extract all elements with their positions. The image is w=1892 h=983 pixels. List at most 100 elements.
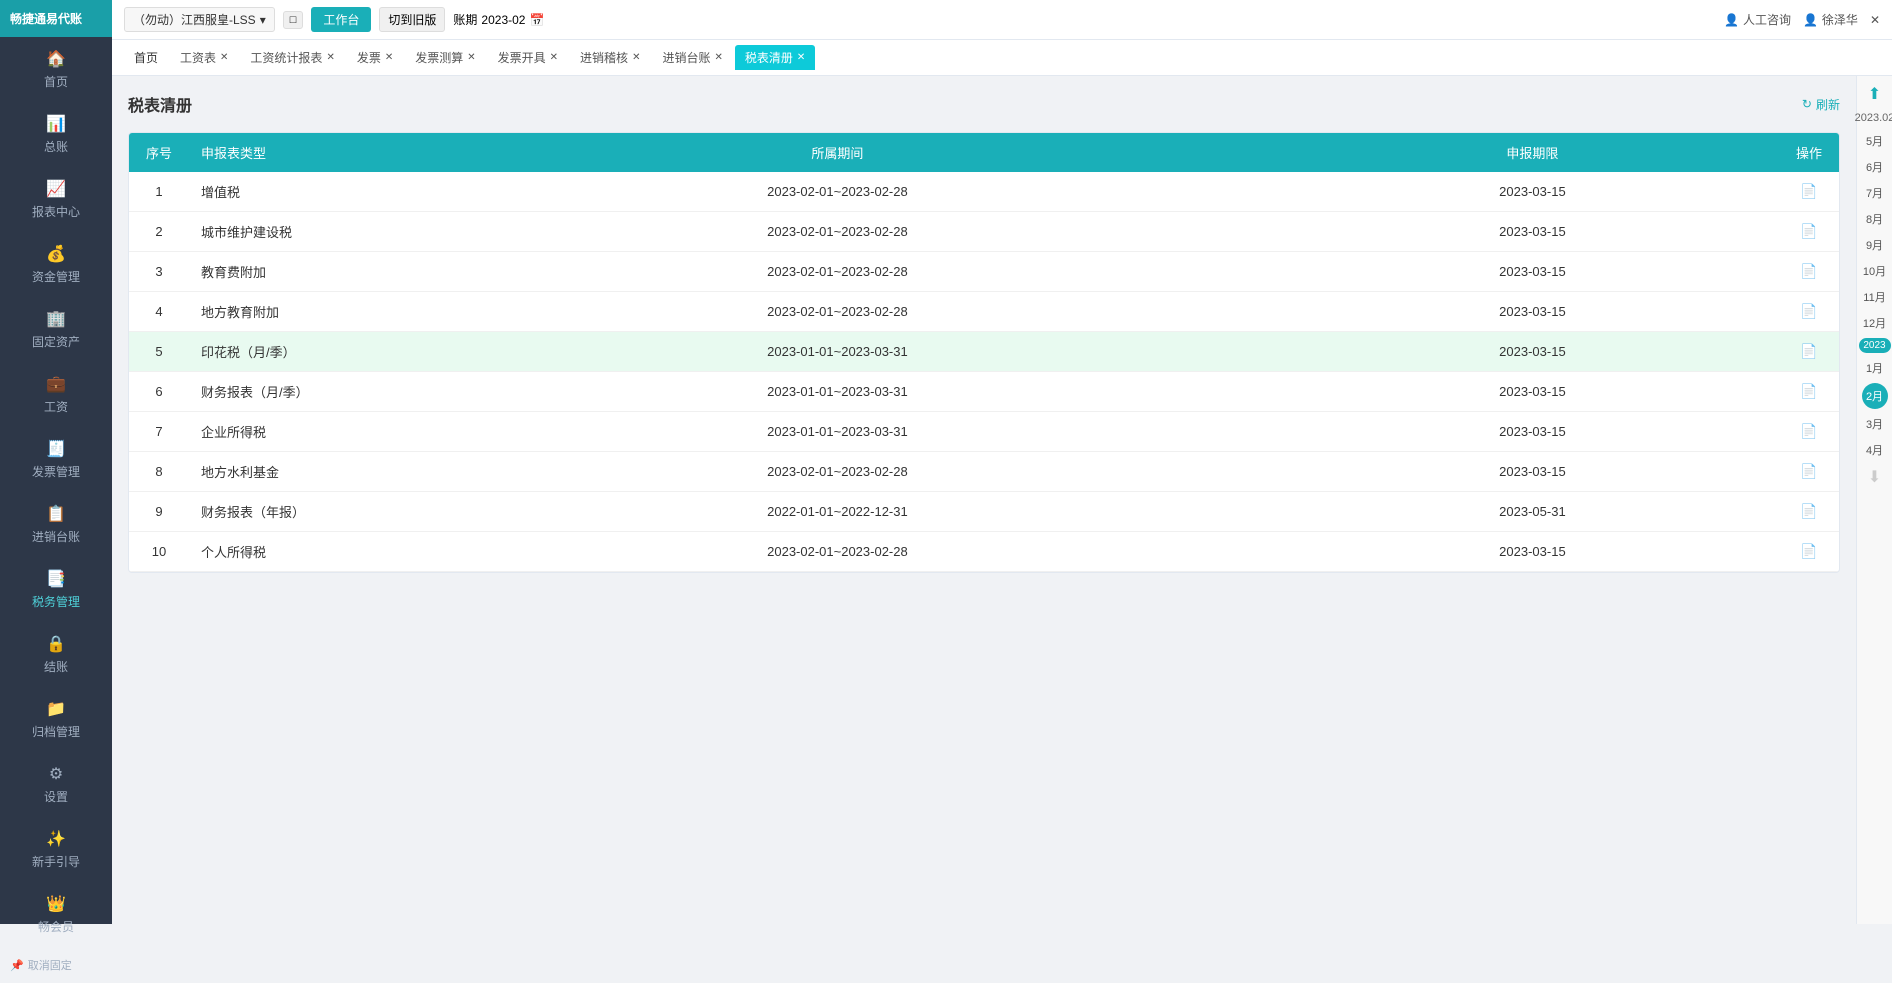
month-item-2023-3月[interactable]: 3月 — [1859, 411, 1891, 437]
sidebar-item-进销台账[interactable]: 📋进销台账 — [0, 492, 112, 557]
month-item-10月[interactable]: 10月 — [1859, 258, 1891, 284]
action-doc-icon[interactable]: 📄 — [1800, 343, 1817, 359]
tab-close-icon[interactable]: ✕ — [385, 52, 393, 63]
tax-table: 序号申报表类型所属期间申报期限操作 1增值税2023-02-01~2023-02… — [129, 133, 1839, 572]
tabbar: 首页工资表✕工资统计报表✕发票✕发票测算✕发票开具✕进销稽核✕进销台账✕税表清册… — [112, 40, 1892, 76]
tab-发票测算[interactable]: 发票测算✕ — [405, 45, 485, 70]
tab-close-icon[interactable]: ✕ — [220, 52, 228, 63]
sidebar-item-税务管理[interactable]: 📑税务管理 — [0, 557, 112, 622]
action-doc-icon[interactable]: 📄 — [1800, 223, 1817, 239]
cell-period: 2023-02-01~2023-02-28 — [389, 252, 1286, 292]
cell-type: 地方水利基金 — [189, 452, 389, 492]
cell-action[interactable]: 📄 — [1779, 372, 1839, 412]
action-doc-icon[interactable]: 📄 — [1800, 383, 1817, 399]
calendar-icon[interactable]: 📅 — [529, 13, 544, 27]
sidebar-item-报表中心[interactable]: 📈报表中心 — [0, 167, 112, 232]
company-selector[interactable]: （勿动）江西服皇-LSS ▾ — [124, 7, 275, 32]
user-menu[interactable]: 👤 徐泽华 — [1803, 11, 1858, 28]
sidebar-icon-设置: ⚙ — [49, 764, 63, 784]
tab-进销台账[interactable]: 进销台账 ✕ — [652, 45, 732, 70]
panel-nav-up[interactable]: ⬆ — [1864, 80, 1885, 108]
sidebar-item-首页[interactable]: 🏠首页 — [0, 37, 112, 102]
action-doc-icon[interactable]: 📄 — [1800, 263, 1817, 279]
cell-deadline: 2023-03-15 — [1286, 172, 1779, 212]
table-row: 1增值税2023-02-01~2023-02-282023-03-15📄 — [129, 172, 1839, 212]
sidebar-label-进销台账: 进销台账 — [32, 528, 80, 545]
tab-label: 发票开具 — [498, 49, 546, 66]
sidebar-item-设置[interactable]: ⚙设置 — [0, 752, 112, 817]
panel-nav-down[interactable]: ⬇ — [1864, 463, 1885, 491]
tab-发票开具[interactable]: 发票开具 ✕ — [488, 45, 568, 70]
action-doc-icon[interactable]: 📄 — [1800, 303, 1817, 319]
cell-action[interactable]: 📄 — [1779, 452, 1839, 492]
tab-close-icon[interactable]: ✕ — [550, 52, 558, 63]
copy-button[interactable]: □ — [283, 11, 304, 29]
month-item-6月[interactable]: 6月 — [1859, 154, 1891, 180]
sidebar-icon-结账: 🔒 — [46, 634, 66, 654]
month-item-11月[interactable]: 11月 — [1859, 284, 1891, 310]
action-doc-icon[interactable]: 📄 — [1800, 503, 1817, 519]
sidebar-item-畅会员[interactable]: 👑畅会员 — [0, 882, 112, 947]
cell-action[interactable]: 📄 — [1779, 292, 1839, 332]
month-item-5月[interactable]: 5月 — [1859, 128, 1891, 154]
tab-发票[interactable]: 发票✕ — [347, 45, 403, 70]
action-doc-icon[interactable]: 📄 — [1800, 183, 1817, 199]
content-area: 税表清册 ↻ 刷新 序号申报表类型所属期间申报期限操作 1增值税2023-02-… — [112, 76, 1892, 924]
pin-icon: 📌 — [10, 959, 24, 972]
company-name: （勿动）江西服皇-LSS — [133, 11, 256, 28]
sidebar-item-资金管理[interactable]: 💰资金管理 — [0, 232, 112, 297]
cell-type: 财务报表（年报） — [189, 492, 389, 532]
tab-close-icon[interactable]: ✕ — [797, 52, 805, 63]
sidebar-icon-首页: 🏠 — [46, 49, 66, 69]
tab-label: 工资统计报表 — [250, 49, 322, 66]
tab-工资统计报表[interactable]: 工资统计报表 ✕ — [240, 45, 344, 70]
sidebar-item-结账[interactable]: 🔒结账 — [0, 622, 112, 687]
tab-close-icon[interactable]: ✕ — [467, 52, 475, 63]
tab-close-icon[interactable]: ✕ — [326, 52, 334, 63]
cell-action[interactable]: 📄 — [1779, 172, 1839, 212]
sidebar-item-新手引导[interactable]: ✨新手引导 — [0, 817, 112, 882]
cell-no: 7 — [129, 412, 189, 452]
cell-action[interactable]: 📄 — [1779, 412, 1839, 452]
cell-period: 2023-02-01~2023-02-28 — [389, 172, 1286, 212]
month-item-2023-1月[interactable]: 1月 — [1859, 355, 1891, 381]
cell-action[interactable]: 📄 — [1779, 212, 1839, 252]
workbench-button[interactable]: 工作台 — [311, 7, 371, 32]
tab-首页[interactable]: 首页 — [124, 45, 168, 70]
sidebar-item-发票管理[interactable]: 🧾发票管理 — [0, 427, 112, 492]
tab-close-icon[interactable]: ✕ — [714, 52, 722, 63]
cell-action[interactable]: 📄 — [1779, 252, 1839, 292]
refresh-button[interactable]: ↻ 刷新 — [1802, 96, 1840, 113]
sidebar-item-总账[interactable]: 📊总账 — [0, 102, 112, 167]
sidebar-item-归档管理[interactable]: 📁归档管理 — [0, 687, 112, 752]
action-doc-icon[interactable]: 📄 — [1800, 543, 1817, 559]
tab-工资表[interactable]: 工资表✕ — [170, 45, 238, 70]
unpin-button[interactable]: 📌 取消固定 — [0, 947, 112, 983]
cell-action[interactable]: 📄 — [1779, 532, 1839, 572]
switch-old-button[interactable]: 切到旧版 — [379, 7, 445, 32]
tab-close-icon[interactable]: ✕ — [632, 52, 640, 63]
month-item-12月[interactable]: 12月 — [1859, 310, 1891, 336]
cell-action[interactable]: 📄 — [1779, 332, 1839, 372]
close-icon[interactable]: ✕ — [1870, 13, 1880, 27]
month-item-7月[interactable]: 7月 — [1859, 180, 1891, 206]
cell-no: 6 — [129, 372, 189, 412]
cell-no: 10 — [129, 532, 189, 572]
period-display: 账期 2023-02 📅 — [453, 11, 544, 28]
month-item-9月[interactable]: 9月 — [1859, 232, 1891, 258]
tab-税表清册[interactable]: 税表清册✕ — [735, 45, 815, 70]
ai-consult-button[interactable]: 👤 人工咨询 — [1724, 11, 1791, 28]
action-doc-icon[interactable]: 📄 — [1800, 423, 1817, 439]
cell-action[interactable]: 📄 — [1779, 492, 1839, 532]
sidebar-icon-总账: 📊 — [46, 114, 66, 134]
month-item-2023-2月[interactable]: 2月 — [1862, 383, 1888, 409]
sidebar-label-工资: 工资 — [44, 398, 68, 415]
month-item-8月[interactable]: 8月 — [1859, 206, 1891, 232]
action-doc-icon[interactable]: 📄 — [1800, 463, 1817, 479]
content-main: 税表清册 ↻ 刷新 序号申报表类型所属期间申报期限操作 1增值税2023-02-… — [112, 76, 1856, 924]
tab-label: 进销台账 — [662, 49, 710, 66]
month-item-2023-4月[interactable]: 4月 — [1859, 437, 1891, 463]
sidebar-item-工资[interactable]: 💼工资 — [0, 362, 112, 427]
sidebar-item-固定资产[interactable]: 🏢固定资产 — [0, 297, 112, 362]
tab-进销稽核[interactable]: 进销稽核✕ — [570, 45, 650, 70]
